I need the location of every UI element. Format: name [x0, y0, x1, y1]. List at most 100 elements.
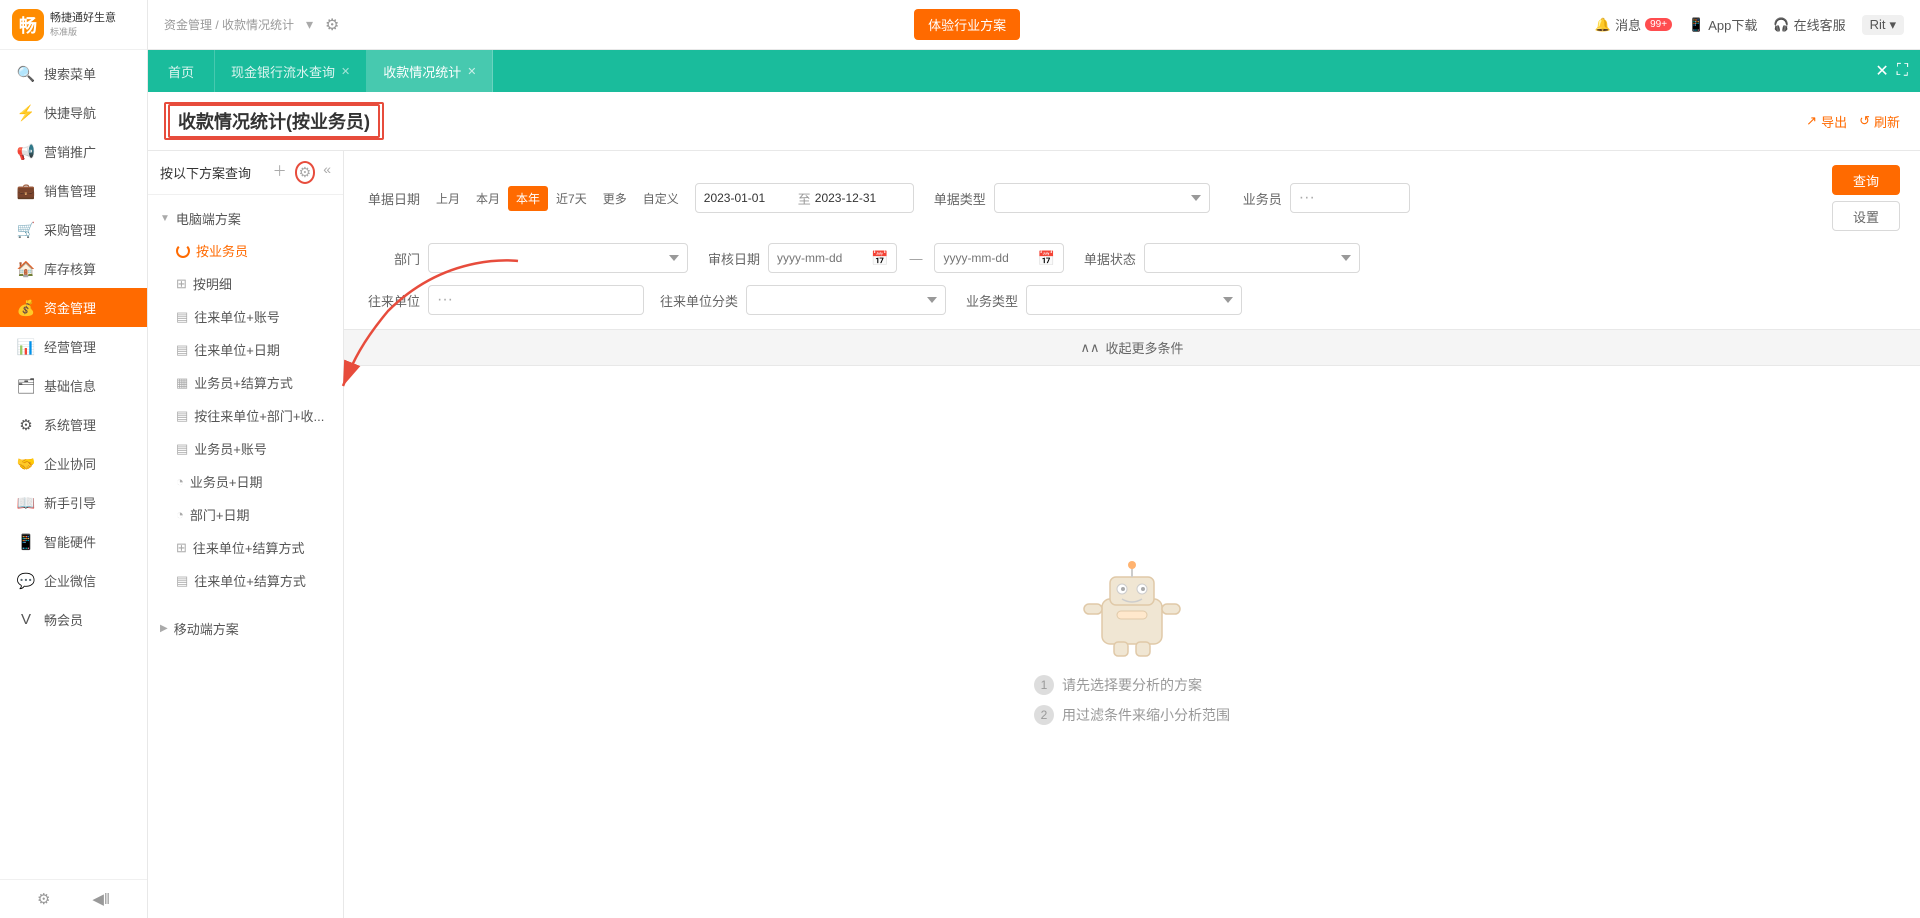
nav-icon: 🗂	[16, 377, 36, 395]
filter-item-6[interactable]: ▤业务员+账号	[148, 432, 343, 465]
tab-bank-flow-close[interactable]: ✕	[341, 65, 350, 78]
filter-item-icon: ▤	[176, 309, 188, 325]
empty-step-2: 2 用过滤条件来缩小分析范围	[1034, 705, 1230, 725]
online-service-item[interactable]: 🎧 在线客服	[1773, 15, 1845, 34]
app-name: 畅捷通好生意	[50, 11, 116, 25]
sidebar-bottom: ⚙ ◀‖	[0, 879, 147, 918]
sidebar-item-搜索菜单[interactable]: 🔍搜索菜单	[0, 54, 147, 93]
sidebar-item-经营管理[interactable]: 📊经营管理	[0, 327, 147, 366]
nav-label: 库存核算	[44, 259, 96, 278]
filter-panel-title: 按以下方案查询	[160, 163, 251, 182]
sidebar-item-采购管理[interactable]: 🛒采购管理	[0, 210, 147, 249]
nav-icon: 💬	[16, 572, 36, 590]
nav-icon: ⚡	[16, 104, 36, 122]
date-tab-上月[interactable]: 上月	[428, 186, 468, 211]
nav-icon: 📱	[16, 533, 36, 551]
filter-item-2[interactable]: ▤往来单位+账号	[148, 300, 343, 333]
nav-icon: V	[16, 611, 36, 628]
trial-button[interactable]: 体验行业方案	[914, 9, 1020, 40]
refresh-action[interactable]: ↺ 刷新	[1859, 112, 1900, 131]
app-download-item[interactable]: 📱 App下载	[1688, 15, 1757, 34]
filter-item-icon: ▤	[176, 408, 188, 424]
filter-item-1[interactable]: ⊞按明细	[148, 267, 343, 300]
nav-label: 搜索菜单	[44, 64, 96, 83]
filter-item-4[interactable]: ▦业务员+结算方式	[148, 366, 343, 399]
sidebar-settings-icon[interactable]: ⚙	[37, 890, 50, 908]
tab-maximize-icon[interactable]: ⛶	[1897, 62, 1908, 80]
filter-item-7[interactable]: ◔业务员+日期	[148, 465, 343, 498]
filter-item-label: 往来单位+日期	[194, 340, 280, 359]
export-action[interactable]: ↗ 导出	[1806, 112, 1847, 131]
filter-item-icon: ▤	[176, 573, 188, 589]
review-date-from-calendar-icon[interactable]: 📅	[871, 250, 888, 267]
settings-button[interactable]: 设置	[1832, 201, 1900, 231]
sidebar-item-企业协同[interactable]: 🤝企业协同	[0, 444, 147, 483]
sidebar-item-库存核算[interactable]: 🏠库存核算	[0, 249, 147, 288]
breadcrumb-dropdown-icon[interactable]: ▾	[306, 16, 313, 33]
filter-row-2: 部门 审核日期 📅 —	[364, 243, 1900, 273]
date-to-input[interactable]	[815, 191, 905, 205]
filter-panel-collapse-icon[interactable]: «	[323, 161, 331, 184]
filter-panel-settings-icon[interactable]: ⚙	[295, 161, 316, 184]
filter-item-icon: ▦	[176, 375, 188, 391]
collapse-bar[interactable]: ∧∧ 收起更多条件	[344, 330, 1920, 366]
tab-close-all-icon[interactable]: ✕	[1875, 61, 1888, 81]
review-date-to-input[interactable]	[943, 251, 1033, 265]
filter-section-mobile-header[interactable]: ▶ 移动端方案	[148, 613, 343, 644]
salesperson-label: 业务员	[1226, 189, 1282, 208]
review-date-from-input[interactable]	[777, 251, 867, 265]
more-icon[interactable]: ···	[1299, 189, 1315, 207]
nav-label: 营销推广	[44, 142, 96, 161]
doc-status-select[interactable]	[1144, 243, 1360, 273]
filter-item-0[interactable]: 按业务员	[148, 234, 343, 267]
filter-item-8[interactable]: ◔部门+日期	[148, 498, 343, 531]
refresh-label: 刷新	[1874, 112, 1900, 131]
date-tab-更多[interactable]: 更多	[595, 186, 635, 211]
sidebar-item-系统管理[interactable]: ⚙系统管理	[0, 405, 147, 444]
user-avatar[interactable]: Rit ▾	[1862, 15, 1904, 35]
filter-item-10[interactable]: ▤往来单位+结算方式	[148, 564, 343, 597]
filter-item-9[interactable]: ⊞往来单位+结算方式	[148, 531, 343, 564]
filter-panel-add-icon[interactable]: ＋	[273, 161, 287, 184]
app-download-label: App下载	[1708, 15, 1757, 34]
sidebar-item-销售管理[interactable]: 💼销售管理	[0, 171, 147, 210]
biz-type-select[interactable]	[1026, 285, 1242, 315]
tab-collection-stats-close[interactable]: ✕	[467, 65, 476, 78]
sidebar-item-资金管理[interactable]: 💰资金管理	[0, 288, 147, 327]
sidebar-item-营销推广[interactable]: 📢营销推广	[0, 132, 147, 171]
sidebar-item-快捷导航[interactable]: ⚡快捷导航	[0, 93, 147, 132]
filter-item-icon: ◔	[176, 474, 184, 489]
date-tab-本年[interactable]: 本年	[508, 186, 548, 211]
sidebar-item-企业微信[interactable]: 💬企业微信	[0, 561, 147, 600]
tab-bank-flow[interactable]: 现金银行流水查询 ✕	[215, 50, 367, 92]
nav-label: 资金管理	[44, 298, 96, 317]
sidebar-item-基础信息[interactable]: 🗂基础信息	[0, 366, 147, 405]
main-area: 资金管理 / 收款情况统计 ▾ ⚙ 体验行业方案 🔔 消息 99+ 📱 App下…	[148, 0, 1920, 918]
date-from-input[interactable]	[704, 191, 794, 205]
header-gear-icon[interactable]: ⚙	[325, 15, 339, 35]
sidebar-item-畅会员[interactable]: V畅会员	[0, 600, 147, 639]
tab-collection-stats[interactable]: 收款情况统计 ✕	[367, 50, 493, 92]
partner-classify-select[interactable]	[746, 285, 946, 315]
tab-home[interactable]: 首页	[148, 50, 215, 92]
export-label: 导出	[1821, 112, 1847, 131]
date-tab-自定义[interactable]: 自定义	[635, 186, 687, 211]
partner-more-icon[interactable]: ···	[437, 291, 453, 309]
sidebar-item-智能硬件[interactable]: 📱智能硬件	[0, 522, 147, 561]
dept-select[interactable]	[428, 243, 688, 273]
notification-item[interactable]: 🔔 消息 99+	[1595, 15, 1672, 34]
query-button[interactable]: 查询	[1832, 165, 1900, 195]
filter-item-3[interactable]: ▤往来单位+日期	[148, 333, 343, 366]
filter-item-5[interactable]: ▤按往来单位+部门+收...	[148, 399, 343, 432]
sidebar-collapse-icon[interactable]: ◀‖	[92, 890, 110, 908]
filter-desktop-arrow: ▼	[160, 213, 170, 224]
filter-item-icon: ⊞	[176, 276, 187, 292]
sidebar-item-新手引导[interactable]: 📖新手引导	[0, 483, 147, 522]
date-tab-近7天[interactable]: 近7天	[548, 186, 595, 211]
date-tab-本月[interactable]: 本月	[468, 186, 508, 211]
collapse-label: 收起更多条件	[1106, 338, 1184, 357]
refresh-icon: ↺	[1859, 113, 1870, 129]
doc-type-select[interactable]	[994, 183, 1210, 213]
filter-section-desktop-header[interactable]: ▼ 电脑端方案	[148, 203, 343, 234]
review-date-to-calendar-icon[interactable]: 📅	[1037, 250, 1054, 267]
